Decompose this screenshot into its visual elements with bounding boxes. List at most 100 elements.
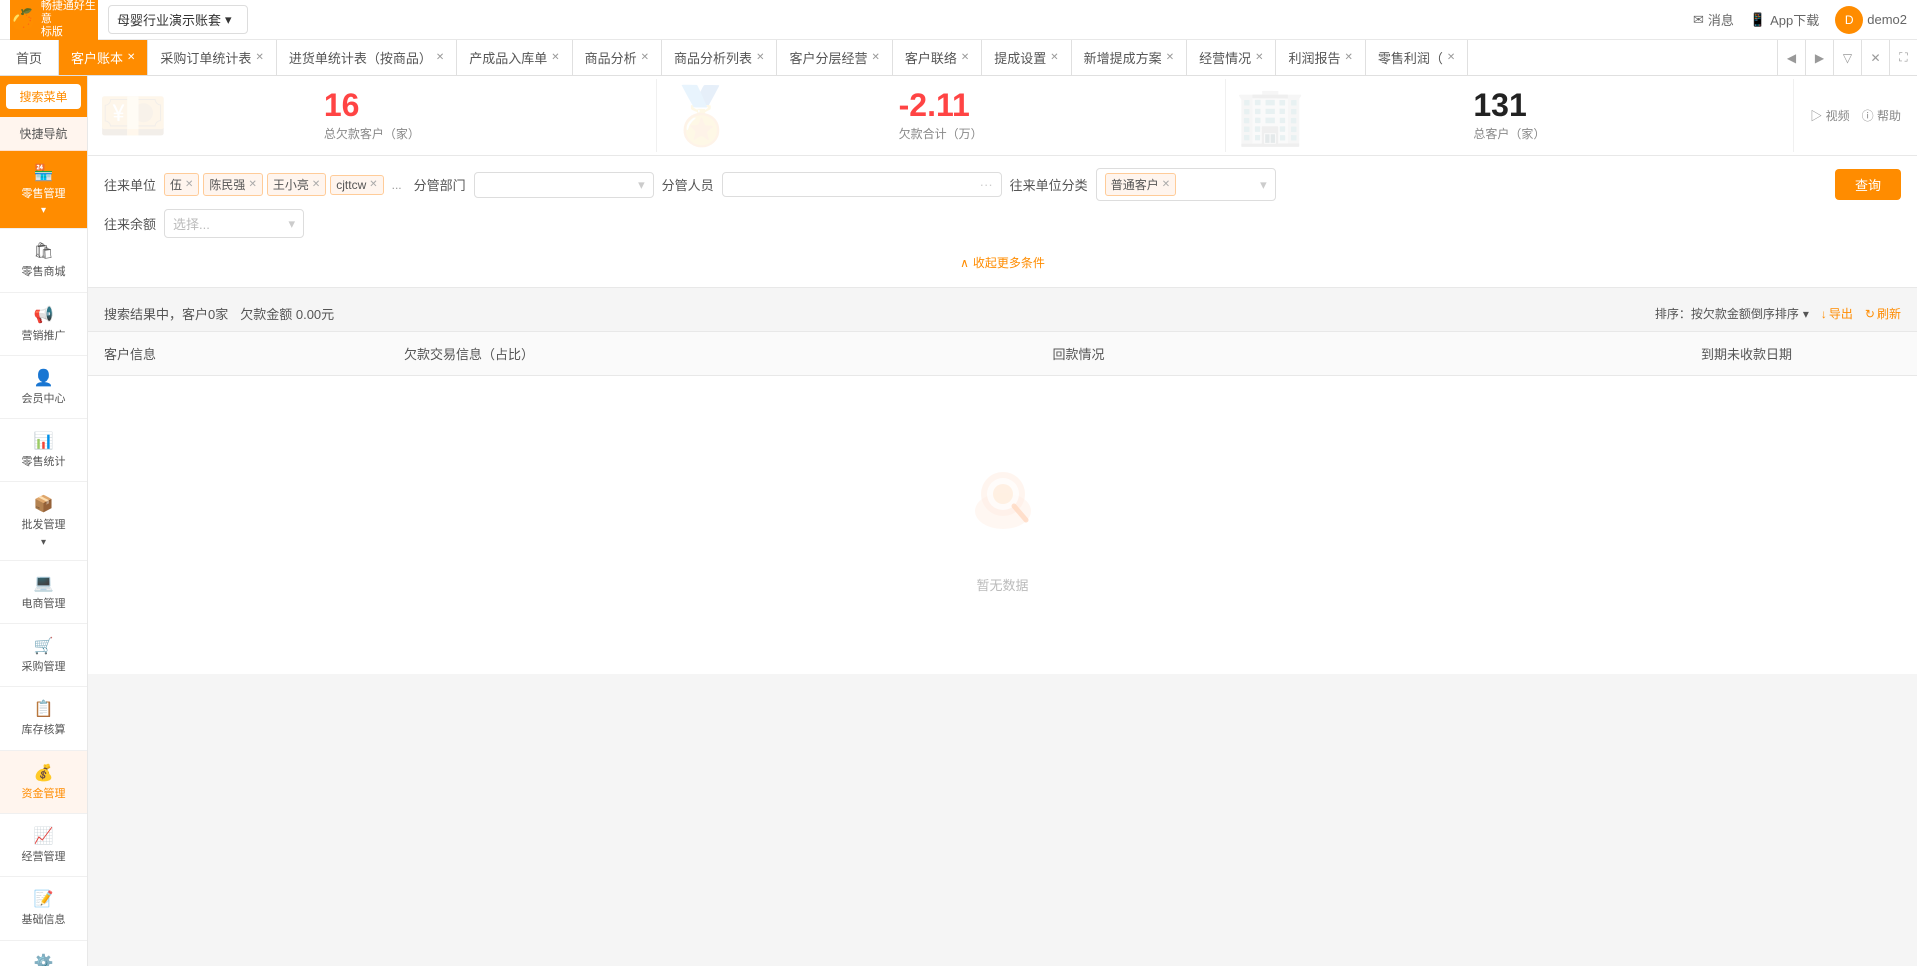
app-download-btn[interactable]: 📱 App下载 [1750, 10, 1819, 29]
dept-select[interactable]: ▾ [474, 172, 654, 198]
sidebar-item-inventory[interactable]: 📋 库存核算 [0, 687, 87, 750]
close-tab-5[interactable]: ✕ [756, 52, 764, 63]
tab-5[interactable]: 商品分析列表 ✕ [662, 40, 777, 76]
sort-label: 排序：按欠款金额倒序排序 [1655, 305, 1799, 322]
tab-0[interactable]: 客户账本 ✕ [59, 40, 148, 76]
close-tab-11[interactable]: ✕ [1345, 52, 1353, 63]
filter-tag-1: 陈民强 ✕ [203, 173, 262, 196]
export-btn[interactable]: ↓ 导出 [1821, 305, 1853, 322]
sidebar-item-purchase-mgmt[interactable]: 🛒 采购管理 [0, 624, 87, 687]
remove-tag-2[interactable]: ✕ [312, 179, 320, 190]
tab-12[interactable]: 零售利润（ ✕ [1366, 40, 1468, 76]
sidebar-item-marketing[interactable]: 📢 营销推广 [0, 293, 87, 356]
close-tab-10[interactable]: ✕ [1255, 52, 1263, 63]
chevron-down-icon: ▾ [288, 216, 295, 232]
demo-selector[interactable]: 母婴行业演示账套 ▾ [108, 5, 248, 34]
chevron-icon: ▾ [41, 537, 46, 548]
remove-tag-0[interactable]: ✕ [185, 179, 193, 190]
tab-6[interactable]: 客户分层经营 ✕ [777, 40, 892, 76]
close-tab-9[interactable]: ✕ [1166, 52, 1174, 63]
remove-tag-3[interactable]: ✕ [369, 179, 377, 190]
sort-select[interactable]: 排序：按欠款金额倒序排序 ▾ [1655, 305, 1809, 322]
sidebar-item-retail-mgmt[interactable]: 🏪 零售管理 ▾ [0, 151, 87, 229]
nav-close-all-btn[interactable]: ✕ [1861, 40, 1889, 76]
sidebar-item-ecommerce[interactable]: 💻 电商管理 [0, 561, 87, 624]
quick-nav-btn[interactable]: 快捷导航 [0, 117, 87, 151]
close-tab-6[interactable]: ✕ [871, 52, 879, 63]
sidebar-item-retail-stats[interactable]: 📊 零售统计 [0, 419, 87, 482]
close-tab-0[interactable]: ✕ [127, 52, 135, 63]
close-tab-1[interactable]: ✕ [255, 52, 263, 63]
messages-btn[interactable]: ✉ 消息 [1693, 10, 1734, 29]
sidebar-item-wholesale-mgmt[interactable]: 📦 批发管理 ▾ [0, 482, 87, 560]
result-debt: 欠款金额 0.00元 [240, 304, 334, 323]
collapse-row: ∧ 收起更多条件 [104, 246, 1901, 275]
video-icon: ▷ [1810, 109, 1822, 123]
tab-8[interactable]: 提成设置 ✕ [982, 40, 1071, 76]
filter-row-1: 往来单位 伍 ✕ 陈民强 ✕ 王小亮 ✕ cjttcw [104, 168, 1901, 201]
result-summary: 搜索结果中，客户0家 [104, 304, 228, 323]
collapse-btn[interactable]: ∧ 收起更多条件 [952, 250, 1053, 275]
tab-home[interactable]: 首页 [0, 40, 59, 76]
close-tab-3[interactable]: ✕ [551, 52, 559, 63]
sidebar-item-member-center[interactable]: 👤 会员中心 [0, 356, 87, 419]
close-tab-4[interactable]: ✕ [641, 52, 649, 63]
category-select[interactable]: 普通客户 ✕ ▾ [1096, 168, 1276, 201]
stat-label-customers: 总欠款客户（家） [324, 125, 420, 142]
category-tag: 普通客户 ✕ [1105, 173, 1176, 196]
close-tab-8[interactable]: ✕ [1050, 52, 1058, 63]
tab-2[interactable]: 进货单统计表（按商品） ✕ [277, 40, 457, 76]
query-button[interactable]: 查询 [1835, 169, 1901, 200]
retail-mgmt-icon: 🏪 [34, 163, 54, 183]
tab-1[interactable]: 采购订单统计表 ✕ [148, 40, 276, 76]
nav-expand-btn[interactable]: ▽ [1833, 40, 1861, 76]
close-tab-12[interactable]: ✕ [1447, 52, 1455, 63]
chevron-down-icon: ▾ [225, 12, 232, 28]
stat-number-customers: 16 [324, 89, 420, 121]
person-select[interactable]: ··· [722, 172, 1002, 197]
refresh-btn[interactable]: ↻ 刷新 [1865, 305, 1901, 322]
close-tab-2[interactable]: ✕ [436, 52, 444, 63]
nav-fullscreen-btn[interactable]: ⛶ [1889, 40, 1917, 76]
balance-select[interactable]: 选择... ▾ [164, 209, 304, 238]
nav-next-btn[interactable]: ▶ [1805, 40, 1833, 76]
sidebar-item-capital-mgmt[interactable]: 💰 资金管理 [0, 751, 87, 814]
wholesale-icon: 📦 [34, 494, 54, 514]
basic-info-icon: 📝 [34, 889, 54, 909]
tab-4[interactable]: 商品分析 ✕ [573, 40, 662, 76]
empty-state: 暂无数据 [88, 376, 1917, 674]
sidebar-item-sys-mgmt[interactable]: ⚙️ 系统管理 [0, 941, 87, 966]
more-tags-btn[interactable]: ... [388, 176, 406, 194]
nav-prev-btn[interactable]: ◀ [1777, 40, 1805, 76]
remove-category-tag[interactable]: ✕ [1162, 179, 1170, 190]
stat-top-actions: ▷ 视频 ⓘ 帮助 [1794, 97, 1917, 134]
sidebar-item-ops-mgmt[interactable]: 📈 经营管理 [0, 814, 87, 877]
user-avatar[interactable]: D demo2 [1835, 6, 1907, 34]
sidebar-item-basic-info[interactable]: 📝 基础信息 [0, 877, 87, 940]
tab-7[interactable]: 客户联络 ✕ [893, 40, 982, 76]
search-menu-btn[interactable]: 搜索菜单 [6, 84, 81, 109]
avatar: D [1835, 6, 1863, 34]
message-icon: ✉ [1693, 12, 1704, 28]
tab-9[interactable]: 新增提成方案 ✕ [1072, 40, 1187, 76]
stat-number-debt: -2.11 [899, 89, 983, 121]
table-container: 客户信息 欠款交易信息（占比） 回款情况 到期未收款日期 暂无 [88, 332, 1917, 674]
sys-icon: ⚙️ [34, 953, 54, 966]
help-link[interactable]: ⓘ 帮助 [1862, 107, 1901, 124]
person-label: 分管人员 [662, 175, 714, 194]
tab-3[interactable]: 产成品入库单 ✕ [457, 40, 572, 76]
download-icon: 📱 [1750, 12, 1766, 28]
tab-11[interactable]: 利润报告 ✕ [1276, 40, 1365, 76]
chevron-down-icon: ▾ [1803, 307, 1809, 321]
nav-arrows: ◀ ▶ ▽ ✕ ⛶ [1777, 40, 1917, 76]
video-link[interactable]: ▷ 视频 [1810, 107, 1849, 124]
stat-total-customers: 💴 16 总欠款客户（家） [88, 79, 657, 152]
close-tab-7[interactable]: ✕ [961, 52, 969, 63]
filter-tag-3: cjttcw ✕ [330, 175, 383, 195]
member-icon: 👤 [34, 368, 54, 388]
sidebar-item-retail-mall[interactable]: 🛍 零售商城 [0, 229, 87, 292]
tab-10[interactable]: 经营情况 ✕ [1187, 40, 1276, 76]
chevron-down-icon: ▾ [638, 177, 645, 193]
remove-tag-1[interactable]: ✕ [248, 179, 256, 190]
export-icon: ↓ [1821, 307, 1827, 321]
